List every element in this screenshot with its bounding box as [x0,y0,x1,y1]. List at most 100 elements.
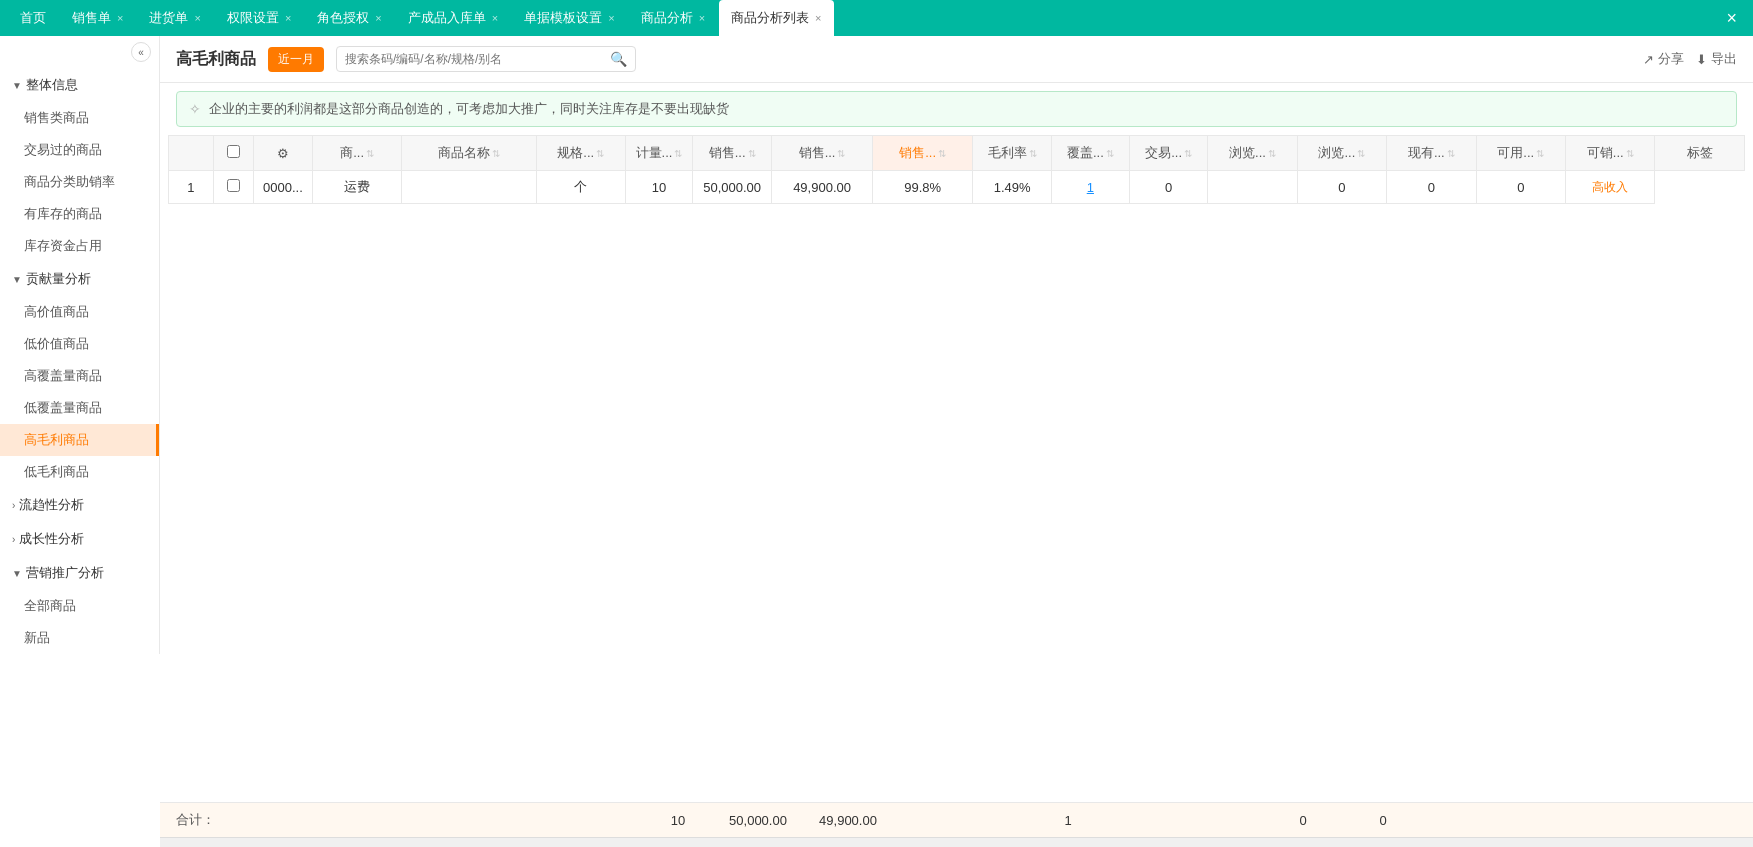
arrow-contribution: ▼ [12,274,22,285]
footer-label: 合计： [176,811,215,829]
filter-month-btn[interactable]: 近一月 [268,47,324,72]
sidebar-group-trend[interactable]: › 流趋性分析 [0,488,159,522]
footer-sales-qty: 10 [643,813,713,828]
cell-sales-amt: 50,000.00 [693,171,772,204]
footer-avail: 0 [1343,813,1423,828]
col-header-code: 商...⇅ [312,136,401,171]
cell-name: 运费 [312,171,401,204]
top-nav: 首页 销售单 × 进货单 × 权限设置 × 角色授权 × 产成品入库单 × 单据… [0,0,1753,36]
sidebar-item-high-value[interactable]: 高价值商品 [0,296,159,328]
col-header-check [213,136,253,171]
col-header-num [169,136,214,171]
cell-saleable: 0 [1476,171,1565,204]
sidebar-item-all-goods[interactable]: 全部商品 [0,590,159,622]
close-analysis-tab[interactable]: × [699,12,705,24]
arrow-overall: ▼ [12,80,22,91]
select-all-checkbox[interactable] [227,145,240,158]
col-header-sales-cost: 销售...⇅ [872,136,973,171]
search-box: 🔍 [336,46,636,72]
cell-cover: 1.49% [973,171,1051,204]
cell-code: 0000... [253,171,312,204]
cell-check[interactable] [213,171,253,204]
close-analysis-list-tab[interactable]: × [815,12,821,24]
share-btn[interactable]: ↗ 分享 [1643,50,1684,68]
close-template-tab[interactable]: × [608,12,614,24]
cell-browse2 [1208,171,1297,204]
col-header-name: 商品名称⇅ [402,136,536,171]
col-header-browse2: 浏览...⇅ [1297,136,1386,171]
scroll-bar[interactable] [160,837,1753,847]
content-header: 高毛利商品 近一月 🔍 ↗ 分享 ⬇ 导出 [160,36,1753,83]
col-header-browse1: 浏览...⇅ [1208,136,1297,171]
col-header-cover: 覆盖...⇅ [1051,136,1129,171]
export-icon: ⬇ [1696,52,1707,67]
close-warehouse-tab[interactable]: × [492,12,498,24]
col-header-gross-rate: 毛利率⇅ [973,136,1051,171]
cell-unit: 个 [536,171,625,204]
sidebar-item-low-value[interactable]: 低价值商品 [0,328,159,360]
nav-template[interactable]: 单据模板设置 × [512,0,626,36]
sidebar-item-new-goods[interactable]: 新品 [0,622,159,654]
sidebar-group-growth[interactable]: › 成长性分析 [0,522,159,556]
cell-num: 1 [169,171,214,204]
sidebar-item-high-margin[interactable]: 高毛利商品 [0,424,159,456]
cell-spec [402,171,536,204]
nav-home[interactable]: 首页 [8,0,58,36]
nav-analysis-list[interactable]: 商品分析列表 × [719,0,833,36]
sidebar-item-low-coverage[interactable]: 低覆盖量商品 [0,392,159,424]
close-permission-tab[interactable]: × [285,12,291,24]
header-actions: ↗ 分享 ⬇ 导出 [1643,50,1737,68]
nav-warehouse[interactable]: 产成品入库单 × [396,0,510,36]
nav-analysis[interactable]: 商品分析 × [629,0,717,36]
table-wrapper[interactable]: ⚙ 商...⇅ 商品名称⇅ 规格...⇅ 计量...⇅ [160,135,1753,802]
content-area: 高毛利商品 近一月 🔍 ↗ 分享 ⬇ 导出 ✧ 企业的主要的利润都是这部分商品创… [160,36,1753,847]
cell-gross-rate: 99.8% [872,171,973,204]
sidebar-collapse-btn[interactable]: « [131,42,151,62]
cell-browse1: 0 [1129,171,1207,204]
col-header-saleable: 可销...⇅ [1565,136,1654,171]
arrow-trend: › [12,500,15,511]
search-input[interactable] [345,52,606,66]
close-sales-tab[interactable]: × [117,12,123,24]
close-role-tab[interactable]: × [375,12,381,24]
sidebar-group-marketing[interactable]: ▼ 营销推广分析 [0,556,159,590]
close-all-tabs[interactable]: × [1718,8,1745,29]
nav-purchase[interactable]: 进货单 × [137,0,212,36]
sidebar-item-low-margin[interactable]: 低毛利商品 [0,456,159,488]
row-checkbox[interactable] [227,179,240,192]
cell-avail: 0 [1387,171,1476,204]
table-footer: 合计： 10 50,000.00 49,900.00 1 0 0 [160,802,1753,837]
cell-sales-qty: 10 [625,171,692,204]
sidebar-item-inventory-capital[interactable]: 库存资金占用 [0,230,159,262]
sidebar-item-traded-goods[interactable]: 交易过的商品 [0,134,159,166]
sidebar: « ▼ 整体信息 销售类商品 交易过的商品 商品分类助销率 有库存的商品 库存资… [0,36,160,654]
col-header-tag: 标签 [1655,136,1745,171]
footer-sales-cost: 49,900.00 [803,813,893,828]
cell-trans: 1 [1051,171,1129,204]
arrow-growth: › [12,534,15,545]
main-layout: « ▼ 整体信息 销售类商品 交易过的商品 商品分类助销率 有库存的商品 库存资… [0,36,1753,847]
trans-link[interactable]: 1 [1087,180,1094,195]
col-header-spec: 规格...⇅ [536,136,625,171]
nav-permission[interactable]: 权限设置 × [215,0,303,36]
nav-sales[interactable]: 销售单 × [60,0,135,36]
nav-role[interactable]: 角色授权 × [305,0,393,36]
sidebar-item-category-rate[interactable]: 商品分类助销率 [0,166,159,198]
sidebar-group-contribution[interactable]: ▼ 贡献量分析 [0,262,159,296]
search-icon[interactable]: 🔍 [610,51,627,67]
sidebar-item-stocked-goods[interactable]: 有库存的商品 [0,198,159,230]
col-header-sales-amt: 销售...⇅ [772,136,873,171]
col-header-settings[interactable]: ⚙ [253,136,312,171]
sidebar-item-sales-goods[interactable]: 销售类商品 [0,102,159,134]
col-header-avail: 可用...⇅ [1476,136,1565,171]
close-purchase-tab[interactable]: × [194,12,200,24]
data-table: ⚙ 商...⇅ 商品名称⇅ 规格...⇅ 计量...⇅ [168,135,1745,204]
sidebar-group-overall[interactable]: ▼ 整体信息 [0,68,159,102]
info-banner: ✧ 企业的主要的利润都是这部分商品创造的，可考虑加大推广，同时关注库存是不要出现… [176,91,1737,127]
sidebar-item-high-coverage[interactable]: 高覆盖量商品 [0,360,159,392]
cell-current: 0 [1297,171,1386,204]
cell-sales-cost: 49,900.00 [772,171,873,204]
export-btn[interactable]: ⬇ 导出 [1696,50,1737,68]
col-header-current: 现有...⇅ [1387,136,1476,171]
col-header-sales-qty: 销售...⇅ [693,136,772,171]
